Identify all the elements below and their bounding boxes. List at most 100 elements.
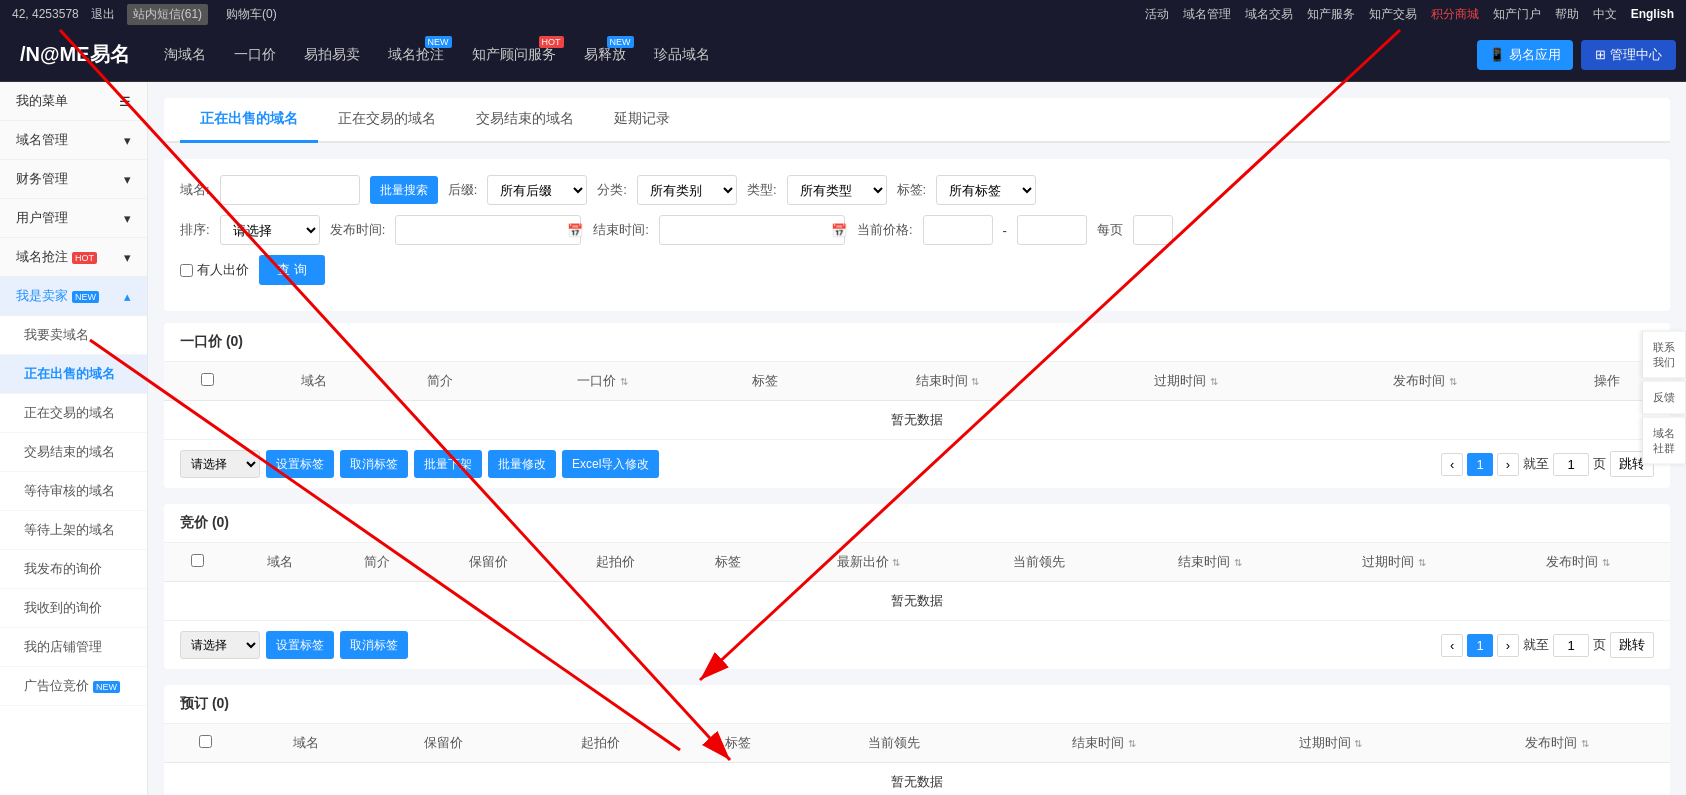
tab-finished[interactable]: 交易结束的域名 (456, 98, 594, 143)
sort-icon-bid[interactable]: ⇅ (892, 557, 900, 568)
yiming-app-btn[interactable]: 📱 易名应用 (1477, 40, 1573, 70)
messages-btn[interactable]: 站内短信(61) (127, 4, 208, 25)
query-btn[interactable]: 查 询 (259, 255, 325, 285)
fixed-price-page-select[interactable]: 请选择 (180, 450, 260, 478)
price-min-input[interactable] (923, 215, 993, 245)
sidebar-sub-trading-domain[interactable]: 正在交易的域名 (0, 394, 147, 433)
sort-icon-publish[interactable]: ⇅ (1449, 376, 1457, 387)
auction-cancel-tag-btn[interactable]: 取消标签 (340, 631, 408, 659)
sidebar-item-finance-mgmt[interactable]: 财务管理 ▾ (0, 160, 147, 199)
fixed-price-prev-btn[interactable]: ‹ (1441, 453, 1463, 476)
nav-domain-mgmt[interactable]: 域名管理 (1183, 6, 1231, 23)
feedback-btn[interactable]: 反馈 (1642, 381, 1686, 414)
domain-filter-input[interactable] (220, 175, 360, 205)
fixed-price-goto-input[interactable] (1553, 453, 1589, 476)
cart-btn[interactable]: 购物车(0) (220, 4, 283, 25)
sort-icon-end[interactable]: ⇅ (971, 376, 979, 387)
nav-premium-domain[interactable]: 珍品域名 (640, 28, 724, 82)
sort-icon-auction-expire[interactable]: ⇅ (1418, 557, 1426, 568)
auction-jump-btn[interactable]: 跳转 (1610, 632, 1654, 658)
sidebar-sub-selling-domain[interactable]: 正在出售的域名 (0, 355, 147, 394)
nav-chinese[interactable]: 中文 (1593, 6, 1617, 23)
fixed-price-next-btn[interactable]: › (1497, 453, 1519, 476)
sort-icon-expire[interactable]: ⇅ (1210, 376, 1218, 387)
batch-modify-btn[interactable]: 批量修改 (488, 450, 556, 478)
nav-easy-release[interactable]: 易释放NEW (570, 28, 640, 82)
type-filter-select[interactable]: 所有类型 (787, 175, 887, 205)
sort-icon-pre-expire[interactable]: ⇅ (1354, 738, 1362, 749)
nav-domain-snatch[interactable]: 域名抢注NEW (374, 28, 458, 82)
nav-auction[interactable]: 易拍易卖 (290, 28, 374, 82)
batch-offline-btn[interactable]: 批量下架 (414, 450, 482, 478)
logout-btn[interactable]: 退出 (91, 6, 115, 23)
nav-ip-trade[interactable]: 知产交易 (1369, 6, 1417, 23)
auction-table: 域名 简介 保留价 起拍价 标签 最新出价 ⇅ 当前领先 结束时间 ⇅ 过期时间… (164, 543, 1670, 621)
nav-ip-portal[interactable]: 知产门户 (1493, 6, 1541, 23)
nav-ip-consult[interactable]: 知产顾问服务HOT (458, 28, 570, 82)
tab-trading[interactable]: 正在交易的域名 (318, 98, 456, 143)
category-filter-select[interactable]: 所有类别 (637, 175, 737, 205)
sidebar-sub-finished-domain[interactable]: 交易结束的域名 (0, 433, 147, 472)
nav-english[interactable]: English (1631, 7, 1674, 21)
sidebar-sub-sell-domain[interactable]: 我要卖域名 (0, 316, 147, 355)
sidebar-sub-received-inquiry[interactable]: 我收到的询价 (0, 589, 147, 628)
batch-search-btn[interactable]: 批量搜索 (370, 176, 438, 204)
nav-domain-trade[interactable]: 域名交易 (1245, 6, 1293, 23)
auction-set-tag-btn[interactable]: 设置标签 (266, 631, 334, 659)
sidebar-item-my-menu[interactable]: 我的菜单 ☰ (0, 82, 147, 121)
fixed-price-section: 一口价 (0) 域名 简介 一口价 ⇅ 标签 结束时间 ⇅ 过期时间 ⇅ 发布时… (164, 323, 1670, 488)
sidebar-sub-pending-review[interactable]: 等待审核的域名 (0, 472, 147, 511)
excel-import-btn[interactable]: Excel导入修改 (562, 450, 659, 478)
sidebar-item-domain-snatch[interactable]: 域名抢注HOT ▾ (0, 238, 147, 277)
preorder-select-all[interactable] (199, 735, 212, 748)
sidebar-item-seller[interactable]: 我是卖家NEW ▴ (0, 277, 147, 316)
tab-selling-label: 正在出售的域名 (200, 110, 298, 126)
sidebar-item-domain-mgmt[interactable]: 域名管理 ▾ (0, 121, 147, 160)
nav-help[interactable]: 帮助 (1555, 6, 1579, 23)
has-bid-checkbox-label[interactable]: 有人出价 (180, 261, 249, 279)
sidebar-sub-pending-shelf[interactable]: 等待上架的域名 (0, 511, 147, 550)
contact-us-btn[interactable]: 联系我们 (1642, 330, 1686, 379)
community-btn[interactable]: 域名社群 (1642, 416, 1686, 465)
auction-page-select[interactable]: 请选择 (180, 631, 260, 659)
tab-delay[interactable]: 延期记录 (594, 98, 690, 143)
auction-page-1-btn[interactable]: 1 (1467, 634, 1492, 657)
fixed-price-page-1-btn[interactable]: 1 (1467, 453, 1492, 476)
nav-points-mall[interactable]: 积分商城 (1431, 6, 1479, 23)
sort-icon-auction-publish[interactable]: ⇅ (1602, 557, 1610, 568)
sidebar-sub-my-inquiry[interactable]: 我发布的询价 (0, 550, 147, 589)
sidebar-sub-store-mgmt[interactable]: 我的店铺管理 (0, 628, 147, 667)
fixed-price-select-all[interactable] (201, 373, 214, 386)
publish-time-input[interactable] (395, 215, 581, 245)
logo[interactable]: /N@ME易名 (0, 41, 150, 68)
price-max-input[interactable] (1017, 215, 1087, 245)
auction-prev-btn[interactable]: ‹ (1441, 634, 1463, 657)
sort-icon-auction-end[interactable]: ⇅ (1234, 557, 1242, 568)
sort-icon-pre-publish[interactable]: ⇅ (1581, 738, 1589, 749)
cancel-tag-btn[interactable]: 取消标签 (340, 450, 408, 478)
has-bid-checkbox[interactable] (180, 264, 193, 277)
nav-tao-domain[interactable]: 淘域名 (150, 28, 220, 82)
set-tag-btn[interactable]: 设置标签 (266, 450, 334, 478)
nav-ip-service[interactable]: 知产服务 (1307, 6, 1355, 23)
tab-selling[interactable]: 正在出售的域名 (180, 98, 318, 143)
sidebar-item-user-mgmt[interactable]: 用户管理 ▾ (0, 199, 147, 238)
app-icon: 📱 (1489, 47, 1505, 62)
manage-center-btn[interactable]: ⊞ 管理中心 (1581, 40, 1676, 70)
preorder-table: 域名 保留价 起拍价 标签 当前领先 结束时间 ⇅ 过期时间 ⇅ 发布时间 ⇅ … (164, 724, 1670, 795)
sort-icon-pre-end[interactable]: ⇅ (1128, 738, 1136, 749)
sort-filter-select[interactable]: 请选择 (220, 215, 320, 245)
sort-icon-price[interactable]: ⇅ (620, 376, 628, 387)
nav-activity[interactable]: 活动 (1145, 6, 1169, 23)
auction-goto-input[interactable] (1553, 634, 1589, 657)
end-time-input[interactable] (659, 215, 845, 245)
auction-next-btn[interactable]: › (1497, 634, 1519, 657)
sidebar-sub-ad-bid[interactable]: 广告位竞价NEW (0, 667, 147, 706)
suffix-filter-select[interactable]: 所有后缀 (487, 175, 587, 205)
per-page-input[interactable]: 30 (1133, 215, 1173, 245)
auction-select-all[interactable] (191, 554, 204, 567)
main-nav: /N@ME易名 淘域名 一口价 易拍易卖 域名抢注NEW 知产顾问服务HOT 易… (0, 28, 1686, 82)
fixed-price-col-expire: 过期时间 ⇅ (1067, 362, 1306, 401)
tag-filter-select[interactable]: 所有标签 (936, 175, 1036, 205)
nav-fixed-price[interactable]: 一口价 (220, 28, 290, 82)
